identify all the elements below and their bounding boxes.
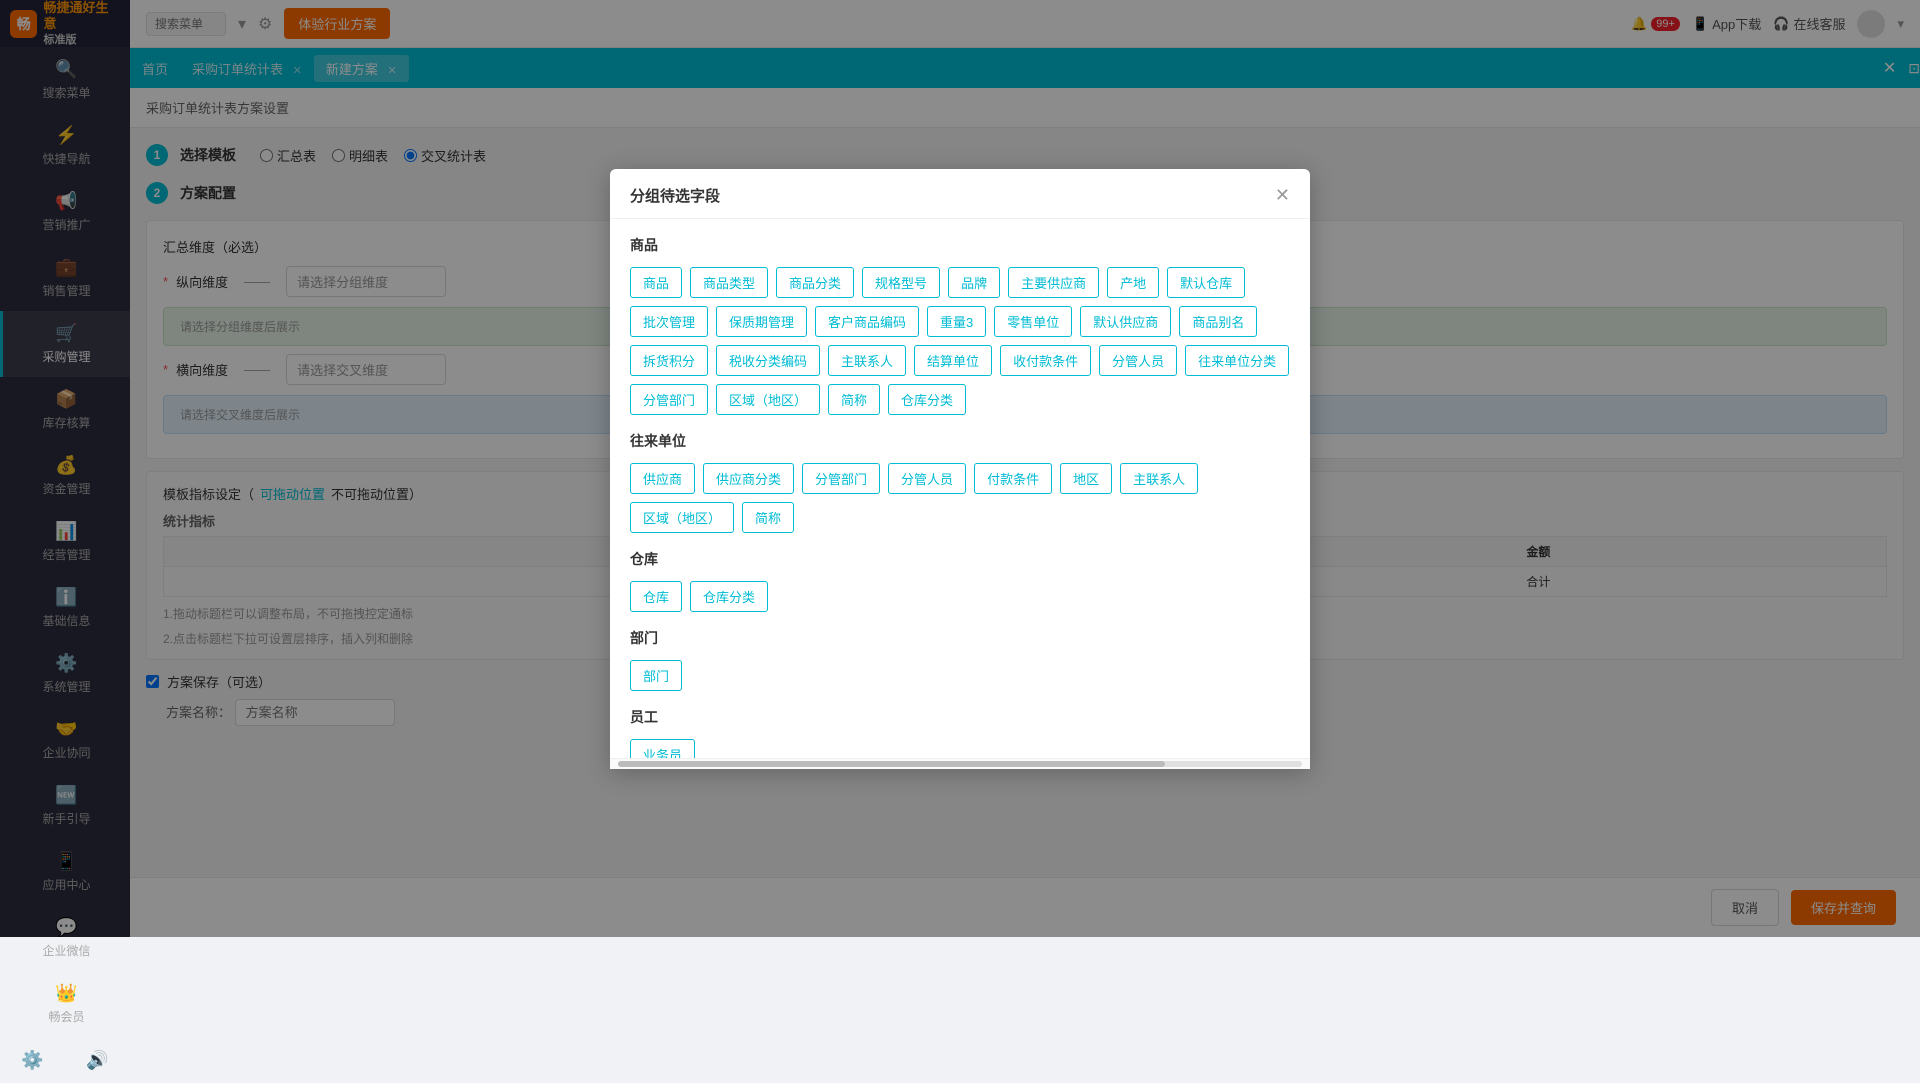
section-title-warehouse: 仓库 (630, 549, 1290, 569)
field-tag[interactable]: 商品类型 (690, 267, 768, 298)
field-tag[interactable]: 供应商分类 (703, 463, 794, 494)
field-tag[interactable]: 客户商品编码 (815, 306, 919, 337)
dialog-body[interactable]: 商品 商品 商品类型 商品分类 规格型号 品牌 主要供应商 产地 默认仓库 批次… (610, 219, 1310, 758)
section-title-department: 部门 (630, 628, 1290, 648)
field-tag[interactable]: 付款条件 (974, 463, 1052, 494)
field-tag[interactable]: 结算单位 (914, 345, 992, 376)
field-tag[interactable]: 分管部门 (802, 463, 880, 494)
field-tag[interactable]: 保质期管理 (716, 306, 807, 337)
field-tag[interactable]: 默认仓库 (1167, 267, 1245, 298)
sidebar-item-member[interactable]: 👑 畅会员 (0, 971, 130, 1037)
field-tag[interactable]: 品牌 (948, 267, 1000, 298)
field-tag[interactable]: 部门 (630, 660, 682, 691)
field-tag[interactable]: 默认供应商 (1080, 306, 1171, 337)
section-title-goods: 商品 (630, 235, 1290, 255)
field-tag[interactable]: 区域（地区） (716, 384, 820, 415)
field-tag[interactable]: 主联系人 (1120, 463, 1198, 494)
field-tag[interactable]: 简称 (742, 502, 794, 533)
field-tag[interactable]: 简称 (828, 384, 880, 415)
field-tag[interactable]: 主要供应商 (1008, 267, 1099, 298)
fields-grid-warehouse: 仓库 仓库分类 (630, 581, 1290, 612)
dialog-scrollbar-area (610, 758, 1310, 769)
field-tag[interactable]: 批次管理 (630, 306, 708, 337)
field-tag[interactable]: 拆货积分 (630, 345, 708, 376)
field-tag[interactable]: 地区 (1060, 463, 1112, 494)
field-tag[interactable]: 商品 (630, 267, 682, 298)
fields-grid-partner: 供应商 供应商分类 分管部门 分管人员 付款条件 地区 主联系人 区域（地区） … (630, 463, 1290, 533)
member-icon: 👑 (55, 983, 77, 1004)
dialog-header: 分组待选字段 ✕ (610, 169, 1310, 219)
field-tag[interactable]: 仓库 (630, 581, 682, 612)
field-tag[interactable]: 仓库分类 (690, 581, 768, 612)
sidebar-bottom: ⚙️ 🔊 (0, 1037, 130, 1083)
settings-bottom-icon[interactable]: ⚙️ (21, 1050, 43, 1071)
field-tag[interactable]: 零售单位 (994, 306, 1072, 337)
field-select-dialog: 分组待选字段 ✕ 商品 商品 商品类型 商品分类 规格型号 品牌 主要供应商 产… (610, 169, 1310, 769)
dialog-close-button[interactable]: ✕ (1275, 185, 1290, 206)
field-tag[interactable]: 税收分类编码 (716, 345, 820, 376)
field-tag[interactable]: 供应商 (630, 463, 695, 494)
field-tag[interactable]: 收付款条件 (1000, 345, 1091, 376)
fields-grid-department: 部门 (630, 660, 1290, 691)
field-tag[interactable]: 仓库分类 (888, 384, 966, 415)
horizontal-scrollbar[interactable] (618, 761, 1302, 767)
fields-grid-employee: 业务员 (630, 739, 1290, 758)
field-tag[interactable]: 往来单位分类 (1185, 345, 1289, 376)
section-title-employee: 员工 (630, 707, 1290, 727)
volume-icon[interactable]: 🔊 (86, 1050, 108, 1071)
field-tag[interactable]: 分管人员 (1099, 345, 1177, 376)
field-tag[interactable]: 规格型号 (862, 267, 940, 298)
field-tag[interactable]: 产地 (1107, 267, 1159, 298)
dialog-title: 分组待选字段 (630, 185, 720, 206)
field-tag[interactable]: 商品别名 (1179, 306, 1257, 337)
field-tag[interactable]: 重量3 (927, 306, 986, 337)
scrollbar-thumb (618, 761, 1165, 767)
section-title-partner: 往来单位 (630, 431, 1290, 451)
fields-grid-goods: 商品 商品类型 商品分类 规格型号 品牌 主要供应商 产地 默认仓库 批次管理 … (630, 267, 1290, 415)
field-tag[interactable]: 区域（地区） (630, 502, 734, 533)
field-tag[interactable]: 商品分类 (776, 267, 854, 298)
field-tag[interactable]: 分管人员 (888, 463, 966, 494)
field-tag[interactable]: 业务员 (630, 739, 695, 758)
field-tag[interactable]: 分管部门 (630, 384, 708, 415)
sidebar-item-label: 畅会员 (48, 1008, 84, 1025)
field-tag[interactable]: 主联系人 (828, 345, 906, 376)
sidebar-item-label: 企业微信 (42, 942, 90, 959)
